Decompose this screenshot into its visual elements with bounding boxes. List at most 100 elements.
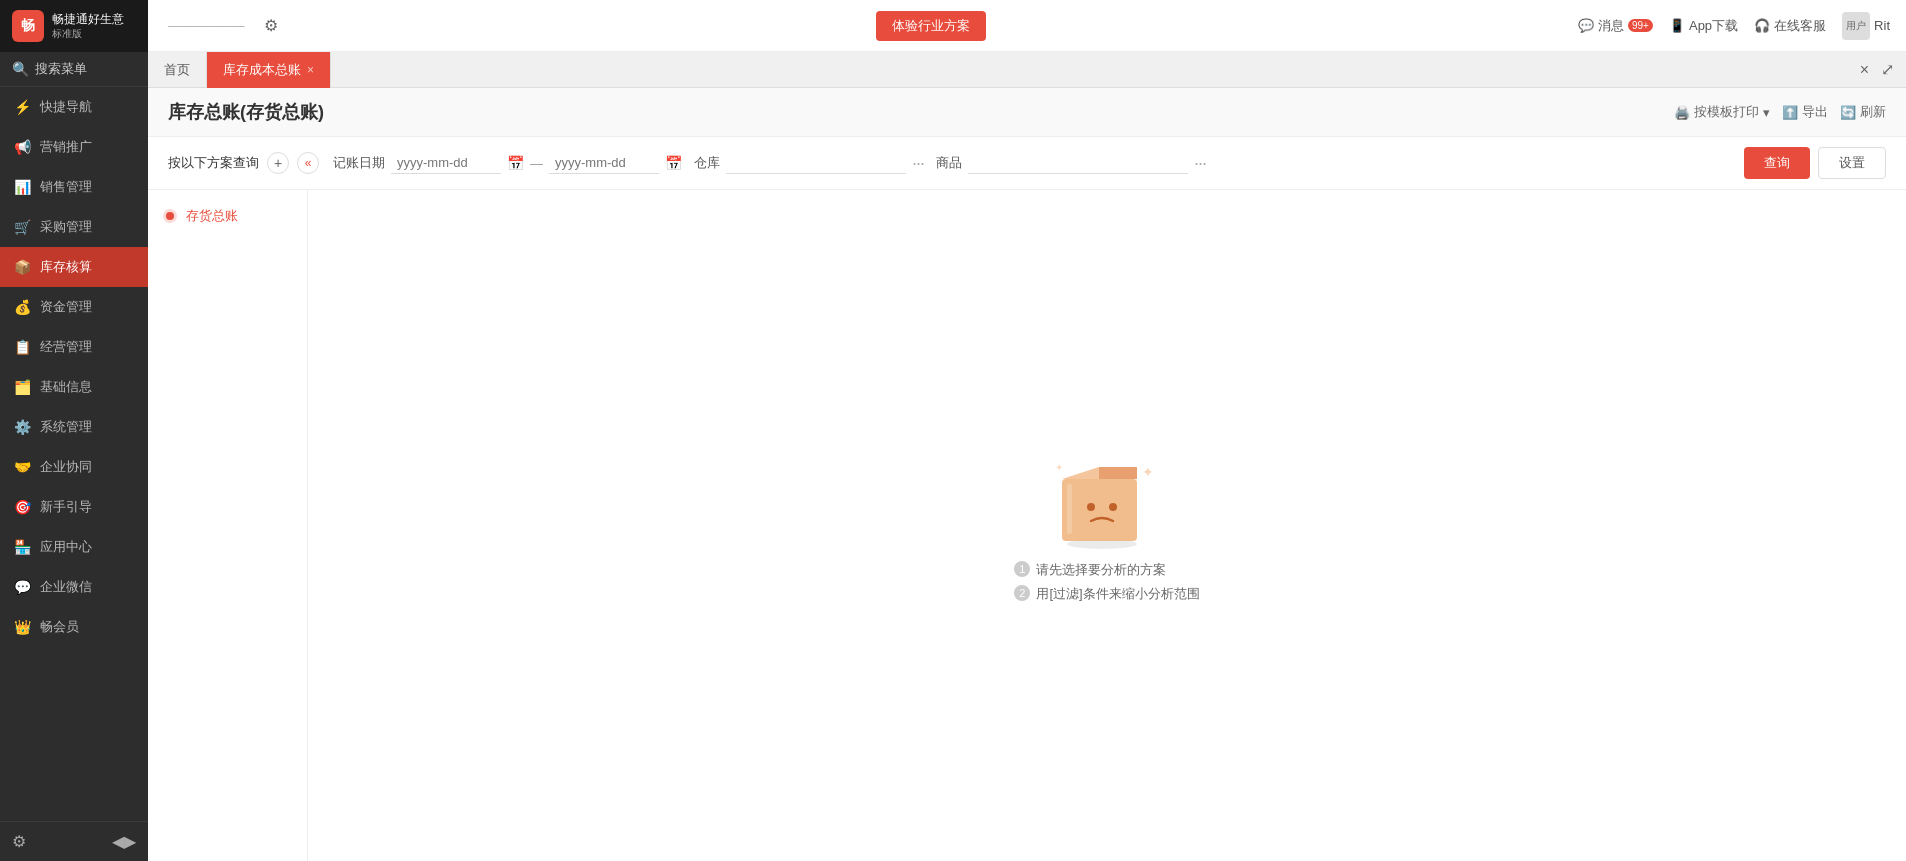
sales-icon: 📊 bbox=[12, 177, 32, 197]
print-btn[interactable]: 🖨️ 按模板打印 ▾ bbox=[1674, 103, 1770, 121]
empty-tip-2: 2 用[过滤]条件来缩小分析范围 bbox=[1014, 585, 1199, 603]
filter-add-btn[interactable]: + bbox=[267, 152, 289, 174]
app-download-btn[interactable]: 📱 App下载 bbox=[1669, 17, 1738, 35]
message-icon: 💬 bbox=[1578, 18, 1594, 33]
avatar: 用户 bbox=[1842, 12, 1870, 40]
sidebar-footer: ⚙ ◀▶ bbox=[0, 821, 148, 861]
sidebar-item-vip[interactable]: 👑 畅会员 bbox=[0, 607, 148, 647]
sidebar-item-appstore[interactable]: 🏪 应用中心 bbox=[0, 527, 148, 567]
sidebar-item-purchase[interactable]: 🛒 采购管理 bbox=[0, 207, 148, 247]
main-area: ───────── ⚙ 体验行业方案 💬 消息 99+ 📱 App下载 🎧 在线… bbox=[148, 0, 1906, 861]
filter-buttons: 查询 设置 bbox=[1744, 147, 1886, 179]
query-btn[interactable]: 查询 bbox=[1744, 147, 1810, 179]
operation-icon: 📋 bbox=[12, 337, 32, 357]
gear-btn[interactable]: ⚙ bbox=[257, 12, 285, 40]
sidebar-item-inventory[interactable]: 📦 库存核算 bbox=[0, 247, 148, 287]
topbar: ───────── ⚙ 体验行业方案 💬 消息 99+ 📱 App下载 🎧 在线… bbox=[148, 0, 1906, 52]
sidebar-item-basic[interactable]: 🗂️ 基础信息 bbox=[0, 367, 148, 407]
sidebar-item-operation[interactable]: 📋 经营管理 bbox=[0, 327, 148, 367]
message-badge: 99+ bbox=[1628, 19, 1653, 32]
user-menu-btn[interactable]: 用户 Rit bbox=[1842, 12, 1890, 40]
appstore-icon: 🏪 bbox=[12, 537, 32, 557]
filter-date-group: 记账日期 📅 — 📅 bbox=[333, 152, 682, 174]
finance-icon: 💰 bbox=[12, 297, 32, 317]
sidebar-item-sales[interactable]: 📊 销售管理 bbox=[0, 167, 148, 207]
export-btn[interactable]: ⬆️ 导出 bbox=[1782, 103, 1828, 121]
warehouse-input[interactable] bbox=[726, 152, 906, 174]
svg-rect-3 bbox=[1062, 479, 1137, 541]
toggle-sidebar-btn[interactable]: ◀▶ bbox=[112, 832, 136, 851]
sidebar-item-finance[interactable]: 💰 资金管理 bbox=[0, 287, 148, 327]
calendar-to-icon[interactable]: 📅 bbox=[665, 155, 682, 171]
product-label: 商品 bbox=[936, 154, 962, 172]
user-name: Rit bbox=[1874, 18, 1890, 33]
wechat-icon: 💬 bbox=[12, 577, 32, 597]
tab-inventory-ledger[interactable]: 库存成本总账 × bbox=[207, 52, 331, 88]
product-input[interactable] bbox=[968, 152, 1188, 174]
sidebar-menu: ⚡ 快捷导航 📢 营销推广 📊 销售管理 🛒 采购管理 📦 库存核算 💰 资金管… bbox=[0, 87, 148, 821]
sidebar-item-guide[interactable]: 🎯 新手引导 bbox=[0, 487, 148, 527]
svg-text:✦: ✦ bbox=[1055, 462, 1063, 473]
system-icon: ⚙️ bbox=[12, 417, 32, 437]
marketing-icon: 📢 bbox=[12, 137, 32, 157]
sidebar-item-quick-nav[interactable]: ⚡ 快捷导航 bbox=[0, 87, 148, 127]
empty-tip-1: 1 请先选择要分析的方案 bbox=[1014, 561, 1199, 579]
refresh-btn[interactable]: 🔄 刷新 bbox=[1840, 103, 1886, 121]
logo-icon: 畅 bbox=[12, 10, 44, 42]
vip-icon: 👑 bbox=[12, 617, 32, 637]
filter-settings-btn[interactable]: 设置 bbox=[1818, 147, 1886, 179]
warehouse-more-btn[interactable]: ··· bbox=[912, 153, 924, 174]
page-header: 库存总账(存货总账) 🖨️ 按模板打印 ▾ ⬆️ 导出 🔄 刷新 bbox=[148, 88, 1906, 137]
page-actions: 🖨️ 按模板打印 ▾ ⬆️ 导出 🔄 刷新 bbox=[1674, 103, 1886, 121]
topbar-right: 💬 消息 99+ 📱 App下载 🎧 在线客服 用户 Rit bbox=[1578, 12, 1890, 40]
tip-num-1: 1 bbox=[1014, 561, 1030, 577]
quick-nav-icon: ⚡ bbox=[12, 97, 32, 117]
headset-icon: 🎧 bbox=[1754, 18, 1770, 33]
topbar-left: ───────── ⚙ bbox=[164, 12, 285, 40]
tab-close-all-btn[interactable]: × bbox=[1856, 59, 1873, 81]
settings-footer-btn[interactable]: ⚙ bbox=[12, 832, 26, 851]
empty-state: ✦ ✦ 1 请先选择要分析的方案 2 用[过滤]条件来缩小分析范围 bbox=[308, 190, 1906, 861]
tab-home[interactable]: 首页 bbox=[148, 52, 207, 88]
sidebar-item-system[interactable]: ⚙️ 系统管理 bbox=[0, 407, 148, 447]
phone-icon: 📱 bbox=[1669, 18, 1685, 33]
scheme-item-stock-ledger[interactable]: 存货总账 bbox=[148, 198, 307, 234]
page-title: 库存总账(存货总账) bbox=[168, 100, 324, 124]
data-area: 存货总账 bbox=[148, 190, 1906, 861]
filter-warehouse-group: 仓库 ··· bbox=[694, 152, 924, 174]
logo-text: 畅捷通好生意 标准版 bbox=[52, 11, 124, 42]
product-more-btn[interactable]: ··· bbox=[1194, 153, 1206, 174]
online-service-btn[interactable]: 🎧 在线客服 bbox=[1754, 17, 1826, 35]
purchase-icon: 🛒 bbox=[12, 217, 32, 237]
industry-btn[interactable]: 体验行业方案 bbox=[876, 11, 986, 41]
date-from-input[interactable] bbox=[391, 152, 501, 174]
content-area: 库存总账(存货总账) 🖨️ 按模板打印 ▾ ⬆️ 导出 🔄 刷新 bbox=[148, 88, 1906, 861]
filter-dash: — bbox=[530, 156, 543, 171]
calendar-from-icon[interactable]: 📅 bbox=[507, 155, 524, 171]
sidebar-item-marketing[interactable]: 📢 营销推广 bbox=[0, 127, 148, 167]
empty-tips: 1 请先选择要分析的方案 2 用[过滤]条件来缩小分析范围 bbox=[1014, 561, 1199, 603]
message-btn[interactable]: 💬 消息 99+ bbox=[1578, 17, 1653, 35]
tab-expand-btn[interactable]: ⤢ bbox=[1877, 58, 1898, 81]
refresh-icon: 🔄 bbox=[1840, 105, 1856, 120]
date-label: 记账日期 bbox=[333, 154, 385, 172]
print-icon: 🖨️ bbox=[1674, 105, 1690, 120]
tab-close-btn[interactable]: × bbox=[307, 63, 314, 77]
basic-icon: 🗂️ bbox=[12, 377, 32, 397]
filter-label: 按以下方案查询 bbox=[168, 154, 259, 172]
sidebar-logo: 畅 畅捷通好生意 标准版 bbox=[0, 0, 148, 52]
empty-illustration: ✦ ✦ bbox=[1047, 449, 1167, 549]
guide-icon: 🎯 bbox=[12, 497, 32, 517]
sidebar-item-corp[interactable]: 🤝 企业协同 bbox=[0, 447, 148, 487]
svg-point-5 bbox=[1087, 503, 1095, 511]
filter-row: 按以下方案查询 + « 记账日期 📅 — 📅 仓库 bbox=[148, 137, 1906, 190]
topbar-center: 体验行业方案 bbox=[876, 11, 986, 41]
svg-text:✦: ✦ bbox=[1142, 464, 1154, 480]
export-icon: ⬆️ bbox=[1782, 105, 1798, 120]
search-menu-btn[interactable]: 🔍 搜索菜单 bbox=[0, 52, 148, 87]
date-to-input[interactable] bbox=[549, 152, 659, 174]
scheme-panel: 存货总账 bbox=[148, 190, 308, 861]
sidebar-item-wechat[interactable]: 💬 企业微信 bbox=[0, 567, 148, 607]
filter-collapse-btn[interactable]: « bbox=[297, 152, 319, 174]
breadcrumb: ───────── bbox=[164, 19, 249, 33]
